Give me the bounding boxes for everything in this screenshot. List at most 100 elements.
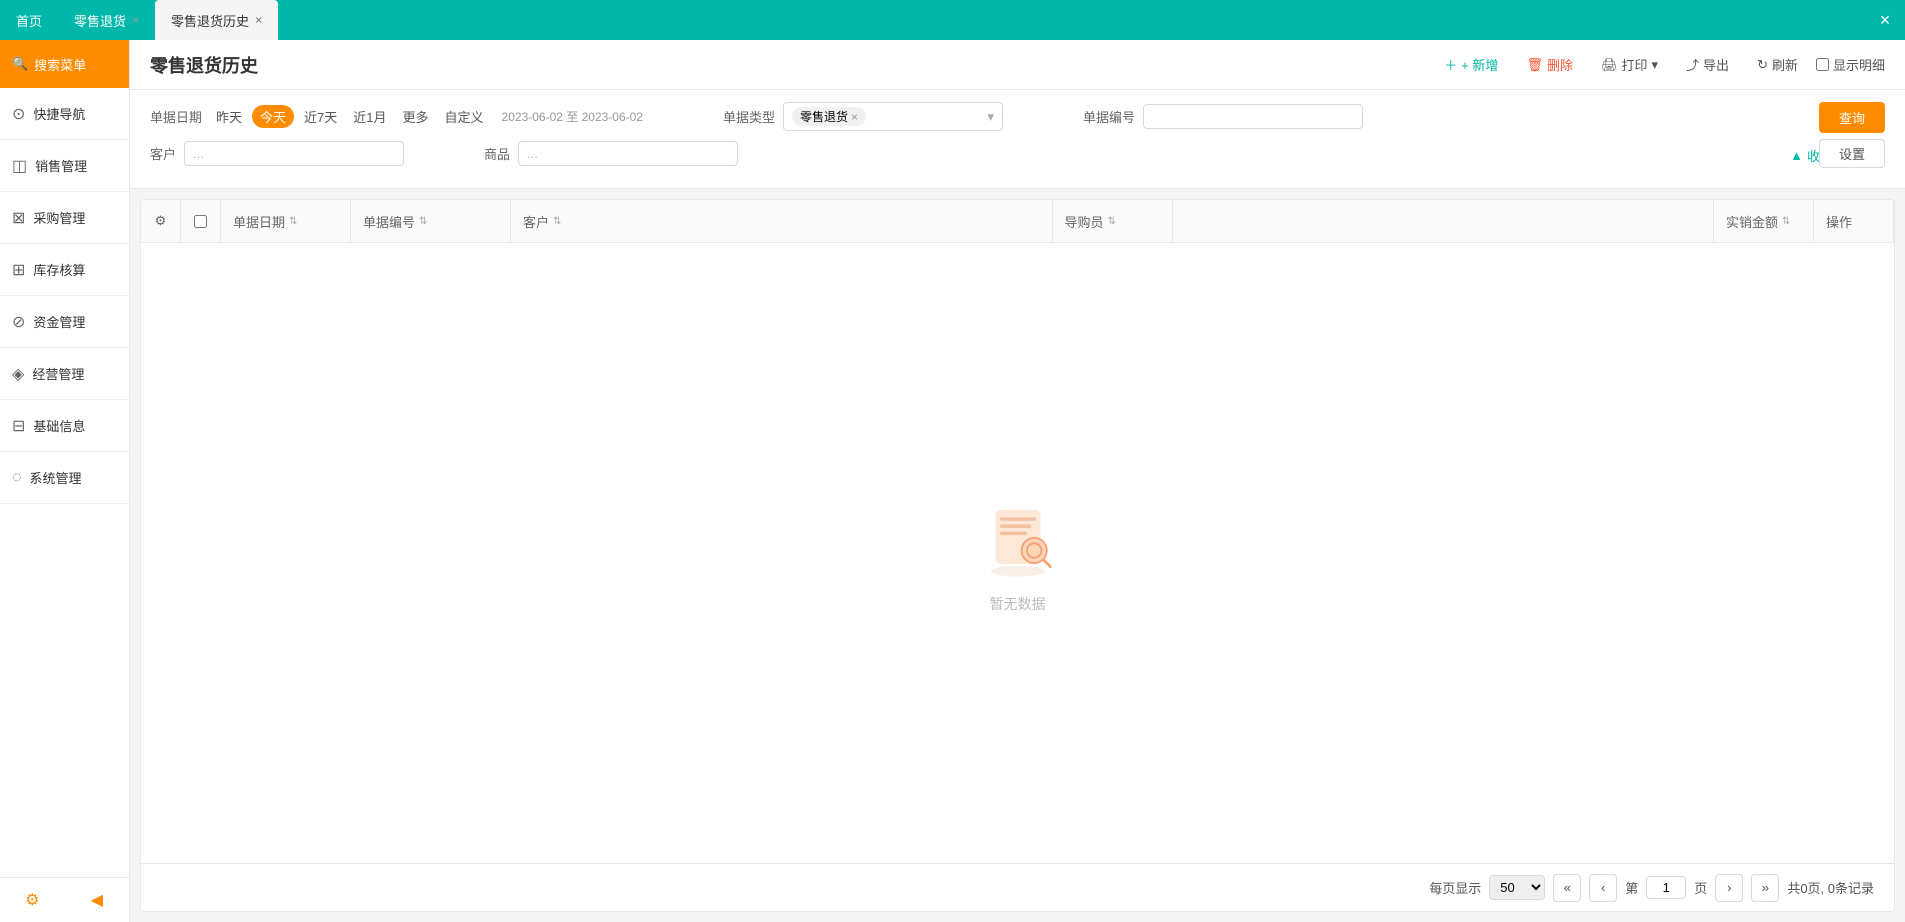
date-yesterday[interactable]: 昨天 [210,105,248,128]
select-all-checkbox[interactable] [194,215,207,228]
tab-retail-return-history[interactable]: 零售退货历史 × [155,0,278,40]
settings-button[interactable]: 设置 [1819,139,1885,168]
next-page-btn[interactable]: › [1715,874,1743,902]
date-more[interactable]: 更多 [397,105,435,128]
refresh-button[interactable]: ↻ 刷新 [1747,50,1808,79]
type-select[interactable]: 零售退货 × ▾ [783,102,1003,131]
page-label: 第 [1625,878,1638,897]
th-amount-sort-icon: ⇅ [1782,216,1790,227]
sidebar-item-system[interactable]: ◌ 系统管理 [0,452,129,504]
sidebar-bottom: ⚙ ◀ [0,877,129,922]
date-7days[interactable]: 近7天 [298,105,343,128]
filter-group-billno: 单据编号 [1083,104,1363,129]
date-custom[interactable]: 自定义 [439,105,490,128]
th-amount-label: 实销金额 [1726,212,1778,231]
topbar-close-button[interactable]: × [1865,0,1905,40]
sidebar-item-basic-info-label: 基础信息 [33,416,85,435]
sidebar-search-label: 搜索菜单 [34,55,86,74]
empty-state: 暂无数据 [141,243,1894,863]
delete-icon: 🗑 [1526,57,1543,73]
sidebar-item-operation[interactable]: ◈ 经营管理 [0,348,129,400]
sidebar-item-quick-nav-label: 快捷导航 [33,104,85,123]
print-button[interactable]: 🖨 打印 ▾ [1591,50,1668,79]
page-header: 零售退货历史 ＋ + 新增 🗑 删除 🖨 打印 ▾ ⤴ 导出 [130,40,1905,90]
customer-select[interactable]: ... [184,141,404,166]
sidebar-item-sales-label: 销售管理 [35,156,87,175]
right-action-buttons: 查询 设置 [1819,102,1905,168]
sidebar-item-basic-info[interactable]: ⊟ 基础信息 [0,400,129,452]
page-title: 零售退货历史 [150,52,258,78]
th-amount[interactable]: 实销金额 ⇅ [1714,200,1814,242]
th-billno-sort-icon: ⇅ [419,216,427,227]
date-links: 昨天 今天 近7天 近1月 更多 自定义 [210,105,490,128]
page-size-label: 每页显示 [1429,878,1481,897]
product-dots: ... [527,146,538,161]
th-guide-sort-icon: ⇅ [1108,216,1116,227]
export-button[interactable]: ⤴ 导出 [1676,50,1739,79]
tab-home-label: 首页 [16,11,42,30]
type-tag-text: 零售退货 [800,108,848,125]
page-size-select[interactable]: 50 10 20 100 [1489,875,1545,900]
sidebar-item-quick-nav[interactable]: ⊙ 快捷导航 [0,88,129,140]
sidebar-item-finance[interactable]: ⊘ 资金管理 [0,296,129,348]
filter-area-wrapper: 单据日期 昨天 今天 近7天 近1月 更多 自定义 2023-06-02 至 2… [130,90,1905,189]
sidebar: 🔍 搜索菜单 ⊙ 快捷导航 ◫ 销售管理 ⊠ 采购管理 ⊞ 库存核算 ⊘ 资金管… [0,40,130,922]
th-settings[interactable]: ⚙ [141,200,181,242]
tab-retail-return[interactable]: 零售退货 × [58,0,155,40]
first-page-btn[interactable]: « [1553,874,1581,902]
top-bar: 首页 零售退货 × 零售退货历史 × × [0,0,1905,40]
th-customer-label: 客户 [523,212,549,231]
empty-text: 暂无数据 [990,594,1046,614]
filter-group-customer: 客户 ... [150,141,404,166]
date-range-display: 2023-06-02 至 2023-06-02 [502,108,643,125]
sidebar-collapse-btn[interactable]: ◀ [65,878,130,922]
main-layout: 🔍 搜索菜单 ⊙ 快捷导航 ◫ 销售管理 ⊠ 采购管理 ⊞ 库存核算 ⊘ 资金管… [0,40,1905,922]
filter-area: 单据日期 昨天 今天 近7天 近1月 更多 自定义 2023-06-02 至 2… [130,90,1905,189]
filter-group-type: 单据类型 零售退货 × ▾ [723,102,1003,131]
close-retail-return-history-tab[interactable]: × [255,13,262,27]
product-select[interactable]: ... [518,141,738,166]
new-button[interactable]: ＋ + 新增 [1434,50,1508,79]
date-1month[interactable]: 近1月 [347,105,392,128]
search-icon: 🔍 [12,56,28,72]
show-detail-label: 显示明细 [1833,55,1885,74]
sidebar-settings-btn[interactable]: ⚙ [0,878,65,922]
th-action-label: 操作 [1826,212,1852,231]
bill-no-input[interactable] [1143,104,1363,129]
inventory-icon: ⊞ [12,260,25,280]
date-today[interactable]: 今天 [252,105,294,128]
data-table: ⚙ 单据日期 ⇅ 单据编号 ⇅ 客户 ⇅ 导购员 ⇅ [140,199,1895,912]
date-label: 单据日期 [150,107,202,126]
close-retail-return-tab[interactable]: × [132,13,139,27]
tab-retail-return-label: 零售退货 [74,11,126,30]
show-detail-checkbox-label[interactable]: 显示明细 [1816,55,1885,74]
collapse-up-icon: ▲ [1790,148,1803,163]
export-button-label: 导出 [1703,55,1729,74]
delete-button[interactable]: 🗑 删除 [1516,50,1583,79]
last-page-btn[interactable]: » [1751,874,1779,902]
page-input[interactable] [1646,876,1686,899]
delete-button-label: 删除 [1547,55,1573,74]
tab-retail-return-history-label: 零售退货历史 [171,11,249,30]
sidebar-item-inventory[interactable]: ⊞ 库存核算 [0,244,129,296]
sidebar-item-sales[interactable]: ◫ 销售管理 [0,140,129,192]
print-icon: 🖨 [1601,57,1618,73]
show-detail-checkbox[interactable] [1816,58,1829,71]
th-guide[interactable]: 导购员 ⇅ [1053,200,1173,242]
type-tag-close[interactable]: × [851,110,858,124]
query-button[interactable]: 查询 [1819,102,1885,133]
th-checkbox[interactable] [181,200,221,242]
filter-group-date: 单据日期 昨天 今天 近7天 近1月 更多 自定义 2023-06-02 至 2… [150,105,643,128]
sidebar-search[interactable]: 🔍 搜索菜单 [0,40,129,88]
th-date[interactable]: 单据日期 ⇅ [221,200,351,242]
type-select-dropdown-icon: ▾ [987,109,994,125]
th-billno[interactable]: 单据编号 ⇅ [351,200,511,242]
filter-group-product: 商品 ... [484,141,738,166]
operation-icon: ◈ [12,364,24,384]
tab-home[interactable]: 首页 [0,0,58,40]
sidebar-item-purchase[interactable]: ⊠ 采购管理 [0,192,129,244]
refresh-icon: ↻ [1757,57,1768,73]
th-customer[interactable]: 客户 ⇅ [511,200,1053,242]
prev-page-btn[interactable]: ‹ [1589,874,1617,902]
th-customer-sort-icon: ⇅ [553,216,561,227]
